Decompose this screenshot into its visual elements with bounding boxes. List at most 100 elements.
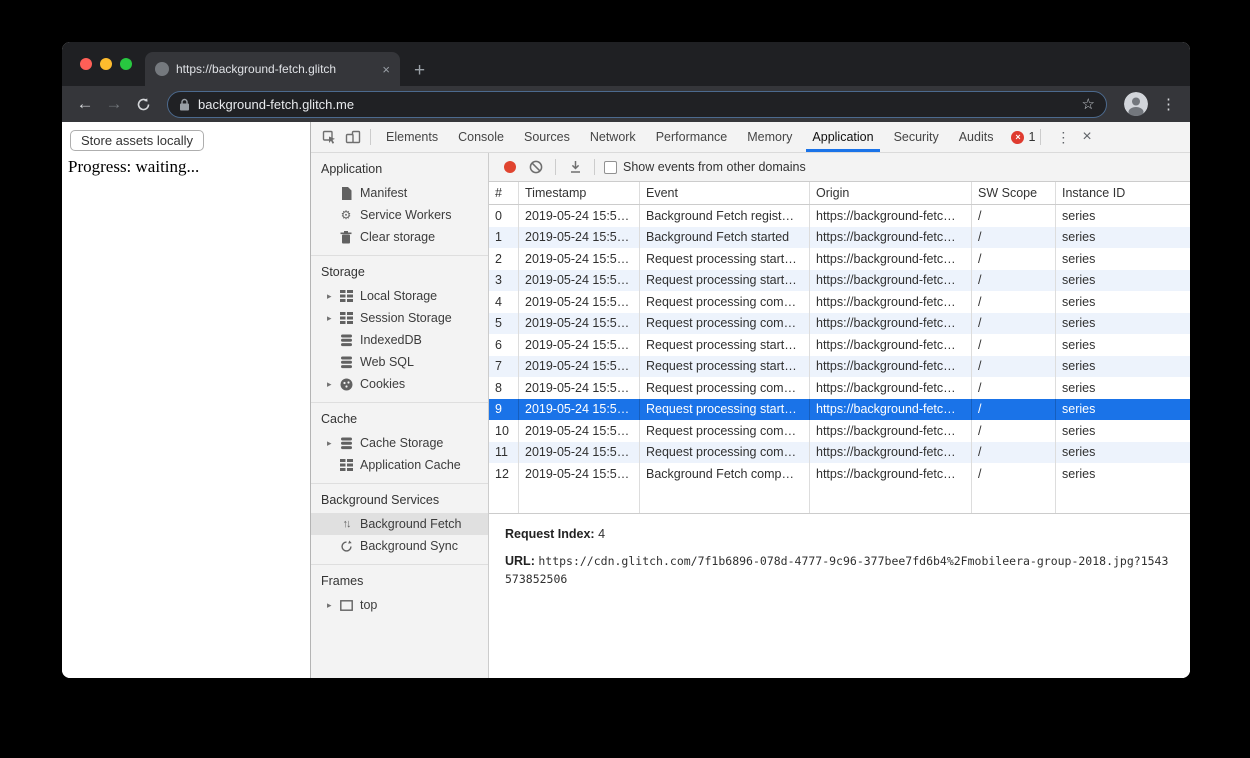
column-header-timestamp[interactable]: Timestamp xyxy=(519,182,640,204)
column-header-origin[interactable]: Origin xyxy=(810,182,972,204)
cell-sw-scope: / xyxy=(972,226,1056,248)
maximize-window-button[interactable] xyxy=(120,58,132,70)
filler-cell xyxy=(972,484,1056,513)
table-row[interactable]: 6 2019-05-24 15:5… Request processing star… xyxy=(489,334,1190,356)
sidebar-item-cache-storage[interactable]: ▸ Cache Storage xyxy=(311,432,488,454)
sidebar-item-service-workers[interactable]: ⚙ Service Workers xyxy=(311,204,488,226)
tab-security[interactable]: Security xyxy=(884,122,949,152)
table-row[interactable]: 3 2019-05-24 15:5… Request processing star… xyxy=(489,269,1190,291)
column-header-event[interactable]: Event xyxy=(640,182,810,204)
tab-elements[interactable]: Elements xyxy=(376,122,448,152)
tab-application[interactable]: Application xyxy=(802,122,883,152)
cell-instance-id: series xyxy=(1062,273,1096,288)
bookmark-star-icon[interactable]: ☆ xyxy=(1082,95,1095,113)
reload-button[interactable] xyxy=(130,91,156,117)
table-row[interactable]: 9 2019-05-24 15:5… Request processing star… xyxy=(489,398,1190,420)
sidebar-item-local-storage[interactable]: ▸ Local Storage xyxy=(311,285,488,307)
chevron-right-icon[interactable]: ▸ xyxy=(327,438,332,449)
table-row[interactable]: 10 2019-05-24 15:5… Request processing com… xyxy=(489,420,1190,442)
store-assets-button[interactable]: Store assets locally xyxy=(70,130,204,151)
table-row[interactable]: 7 2019-05-24 15:5… Request processing star… xyxy=(489,355,1190,377)
cookie-icon xyxy=(339,377,353,391)
devtools-menu-icon[interactable]: ⋮ xyxy=(1050,129,1076,146)
cell-event: Background Fetch started xyxy=(640,226,810,248)
request-index-line: Request Index: 4 xyxy=(505,525,1174,543)
cell-sw-scope: / xyxy=(972,312,1056,334)
table-row[interactable]: 1 2019-05-24 15:5… Background Fetch starte… xyxy=(489,226,1190,248)
column-header-instance-id[interactable]: Instance ID xyxy=(1056,182,1190,204)
tab-strip: https://background-fetch.glitch × + xyxy=(62,42,1190,86)
browser-tab[interactable]: https://background-fetch.glitch × xyxy=(145,52,400,86)
cell-event: Background Fetch comp… xyxy=(640,463,810,485)
download-icon[interactable] xyxy=(564,156,586,178)
close-window-button[interactable] xyxy=(80,58,92,70)
sidebar-item-background-fetch[interactable]: ↑↓ Background Fetch xyxy=(311,513,488,535)
separator xyxy=(594,159,595,175)
sidebar-item-web-sql[interactable]: Web SQL xyxy=(311,351,488,373)
devtools-tabbar: Elements Console Sources Network Perform… xyxy=(311,122,1190,153)
section-title: Storage xyxy=(321,265,365,279)
forward-button[interactable]: → xyxy=(101,91,127,117)
cell-num: 4 xyxy=(489,291,519,313)
table-row[interactable]: 0 2019-05-24 15:5… Background Fetch regist… xyxy=(489,205,1190,227)
table-row[interactable]: 2 2019-05-24 15:5… Request processing star… xyxy=(489,248,1190,270)
tab-sources[interactable]: Sources xyxy=(514,122,580,152)
chevron-right-icon[interactable]: ▸ xyxy=(327,379,332,390)
chevron-right-icon[interactable]: ▸ xyxy=(327,600,332,611)
column-header-sw-scope[interactable]: SW Scope xyxy=(972,182,1056,204)
chevron-right-icon[interactable]: ▸ xyxy=(327,291,332,302)
back-button[interactable]: ← xyxy=(72,91,98,117)
cell-origin: https://background-fetc… xyxy=(810,205,972,227)
show-events-checkbox[interactable] xyxy=(604,160,617,174)
filler-cell xyxy=(1056,485,1190,513)
cell-origin: https://background-fetc… xyxy=(810,334,972,356)
cell-origin: https://background-fetc… xyxy=(810,463,972,485)
sidebar-item-manifest[interactable]: Manifest xyxy=(311,182,488,204)
request-index-value: 4 xyxy=(598,526,606,541)
table-row[interactable]: 11 2019-05-24 15:5… Request processing com… xyxy=(489,441,1190,463)
table-row[interactable]: 4 2019-05-24 15:5… Request processing com…… xyxy=(489,291,1190,313)
inspect-element-icon[interactable] xyxy=(317,125,341,149)
sidebar-item-cookies[interactable]: ▸ Cookies xyxy=(311,373,488,395)
clear-icon[interactable] xyxy=(525,156,547,178)
cell-sw-scope: / xyxy=(972,291,1056,313)
column-header-num[interactable]: # xyxy=(489,182,519,204)
tab-network[interactable]: Network xyxy=(580,122,646,152)
sidebar-item-label: Manifest xyxy=(360,186,408,200)
cell-instance-id: series xyxy=(1062,251,1096,266)
sidebar-item-label: IndexedDB xyxy=(360,333,422,347)
url-text[interactable]: background-fetch.glitch.me xyxy=(198,97,1074,112)
sidebar-item-application-cache[interactable]: Application Cache xyxy=(311,454,488,476)
cell-event: Request processing start… xyxy=(640,248,810,270)
tab-memory[interactable]: Memory xyxy=(737,122,802,152)
url-bar[interactable]: background-fetch.glitch.me ☆ xyxy=(167,90,1107,118)
profile-avatar[interactable] xyxy=(1124,92,1148,116)
table-row[interactable]: 5 2019-05-24 15:5… Request processing com…… xyxy=(489,312,1190,334)
sidebar-item-background-sync[interactable]: Background Sync xyxy=(311,535,488,557)
error-count: 1 xyxy=(1028,130,1036,144)
device-toolbar-icon[interactable] xyxy=(341,125,365,149)
tab-console[interactable]: Console xyxy=(448,122,514,152)
record-button[interactable] xyxy=(504,161,516,173)
tab-performance[interactable]: Performance xyxy=(646,122,738,152)
sidebar-item-session-storage[interactable]: ▸ Session Storage xyxy=(311,307,488,329)
tab-close-icon[interactable]: × xyxy=(382,63,390,76)
sync-icon xyxy=(339,539,353,553)
error-icon: × xyxy=(1011,130,1025,144)
table-row[interactable]: 8 2019-05-24 15:5… Request processing com…… xyxy=(489,377,1190,399)
url-line: URL: https://cdn.glitch.com/7f1b6896-078… xyxy=(505,552,1174,588)
cell-event: Request processing com… xyxy=(640,441,810,463)
error-badge[interactable]: × 1 xyxy=(1011,130,1035,144)
table-row[interactable]: 12 2019-05-24 15:5… Background Fetch comp…… xyxy=(489,463,1190,485)
sidebar-item-indexeddb[interactable]: IndexedDB xyxy=(311,329,488,351)
minimize-window-button[interactable] xyxy=(100,58,112,70)
sidebar-item-top-frame[interactable]: ▸ top xyxy=(311,594,488,616)
tab-audits[interactable]: Audits xyxy=(949,122,1004,152)
browser-menu-icon[interactable]: ⋮ xyxy=(1157,95,1180,113)
sidebar-item-clear-storage[interactable]: Clear storage xyxy=(311,226,488,248)
favicon-icon xyxy=(155,62,169,76)
devtools-close-icon[interactable]: × xyxy=(1076,128,1097,146)
new-tab-button[interactable]: + xyxy=(414,61,425,80)
cell-timestamp: 2019-05-24 15:5… xyxy=(519,205,640,227)
chevron-right-icon[interactable]: ▸ xyxy=(327,313,332,324)
